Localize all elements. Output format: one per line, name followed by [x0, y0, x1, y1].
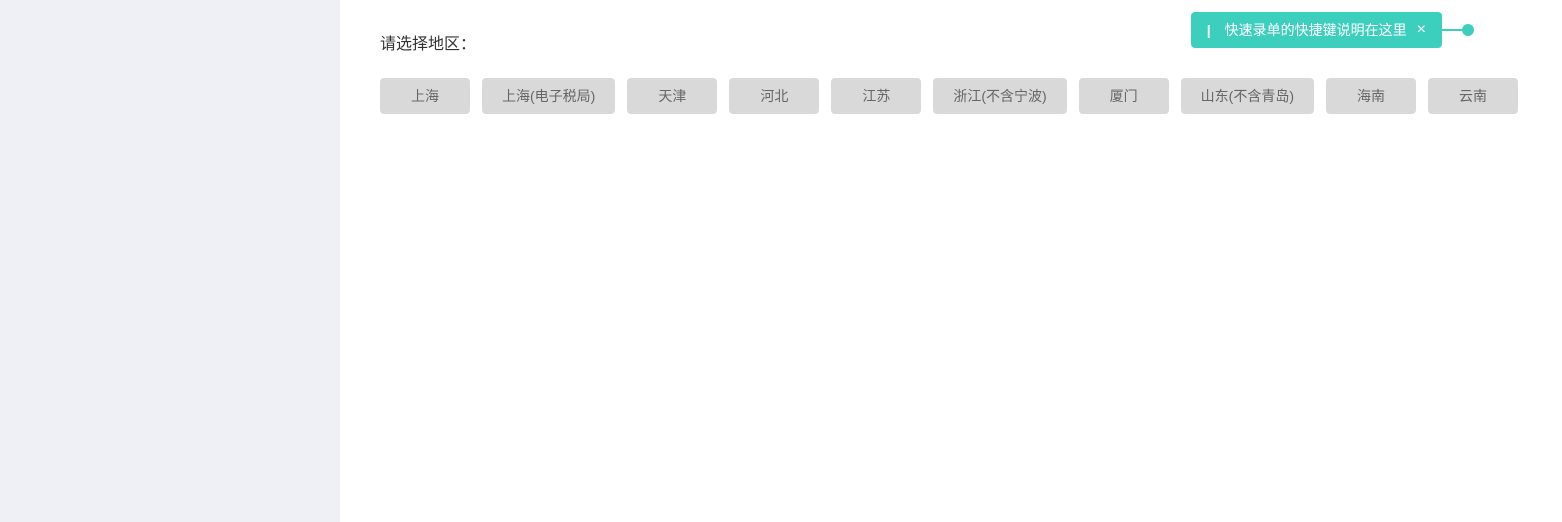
tooltip-connector-line: [1438, 29, 1462, 31]
region-btn-xiamen[interactable]: 厦门: [1079, 78, 1169, 114]
region-btn-zhejiang[interactable]: 浙江(不含宁波): [933, 78, 1066, 114]
main-content: 请选择地区： 上海 上海(电子税局) 天津 河北 江苏 浙江(不含宁波) 厦门 …: [340, 0, 1562, 522]
tooltip-text: 快速录单的快捷键说明在这里: [1225, 20, 1407, 40]
tooltip-banner: 快速录单的快捷键说明在这里 ×: [1191, 12, 1442, 48]
region-btn-shanghai[interactable]: 上海: [380, 78, 470, 114]
tooltip-connector-dot: [1462, 24, 1474, 36]
region-btn-shanghai-etax[interactable]: 上海(电子税局): [482, 78, 615, 114]
region-btn-shandong[interactable]: 山东(不含青岛): [1181, 78, 1314, 114]
left-sidebar: [0, 0, 340, 522]
region-btn-tianjin[interactable]: 天津: [627, 78, 717, 114]
region-btn-jiangsu[interactable]: 江苏: [831, 78, 921, 114]
region-buttons: 上海 上海(电子税局) 天津 河北 江苏 浙江(不含宁波) 厦门 山东(不含青岛…: [380, 78, 1522, 114]
region-btn-hainan[interactable]: 海南: [1326, 78, 1416, 114]
region-btn-hebei[interactable]: 河北: [729, 78, 819, 114]
region-btn-yunnan[interactable]: 云南: [1428, 78, 1518, 114]
tooltip-close-button[interactable]: ×: [1417, 21, 1426, 39]
